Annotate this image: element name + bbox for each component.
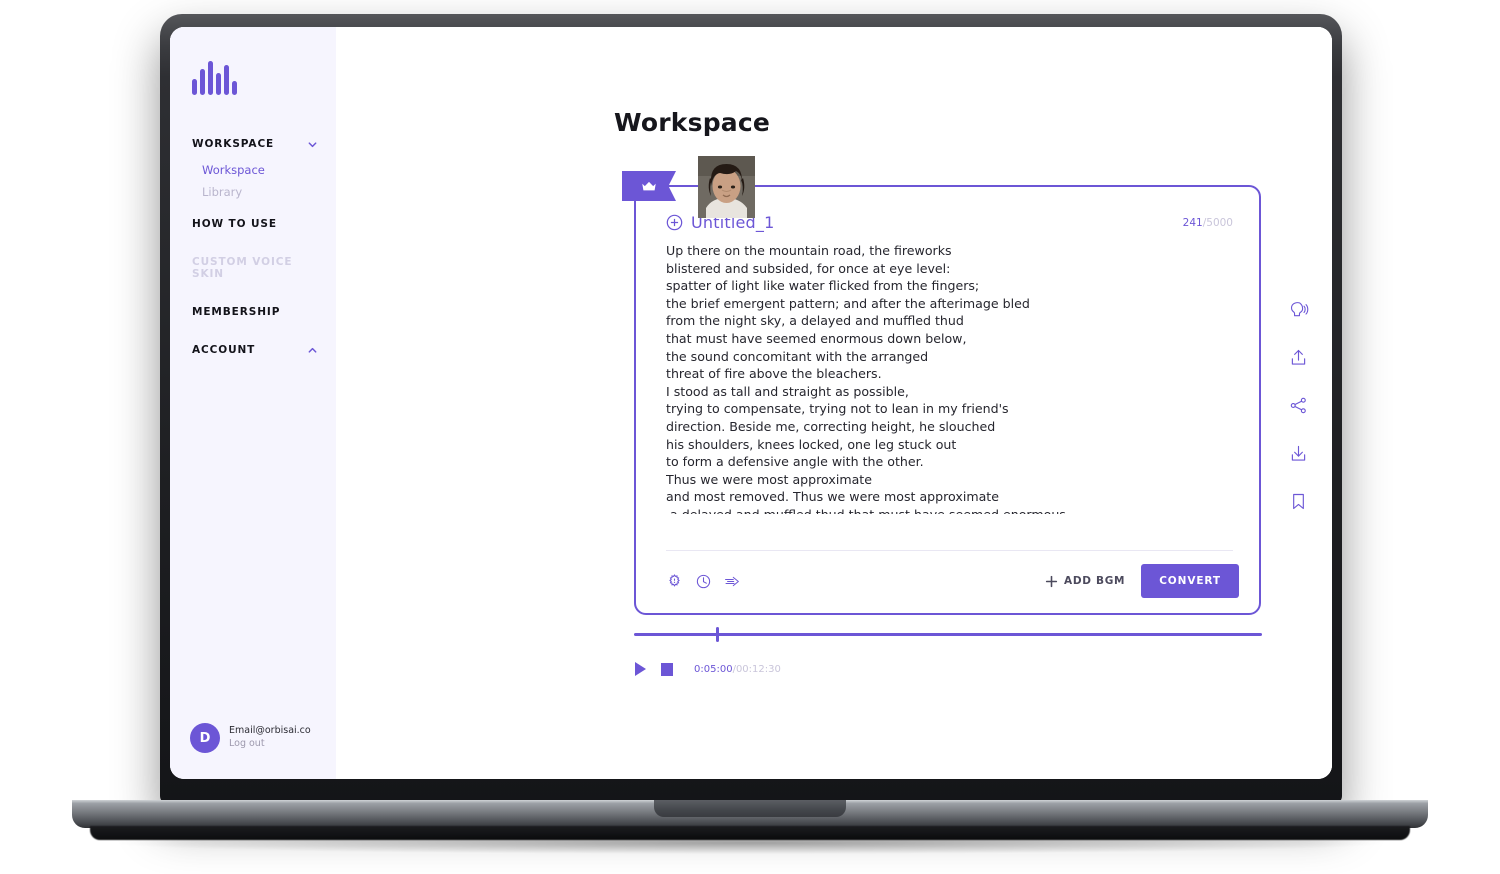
download-icon[interactable] xyxy=(1288,443,1309,464)
laptop-screen: WORKSPACE Workspace Library HOW TO USE C… xyxy=(170,27,1332,779)
avatar-initial: D xyxy=(199,730,211,746)
editor-toolbar-left xyxy=(666,573,741,590)
sidebar-nav: WORKSPACE Workspace Library HOW TO USE C… xyxy=(170,123,336,723)
laptop-hinge-notch xyxy=(654,800,846,817)
editor-text[interactable]: Up there on the mountain road, the firew… xyxy=(666,242,1233,514)
app-logo[interactable] xyxy=(170,27,336,123)
waveform-logo-icon xyxy=(192,61,336,95)
progress-track-line xyxy=(634,633,1262,636)
player-controls: 0:05:00/00:12:30 xyxy=(634,662,1262,676)
chevron-down-icon xyxy=(308,141,317,147)
logout-link[interactable]: Log out xyxy=(229,738,311,751)
sidebar-section-membership-label: MEMBERSHIP xyxy=(192,306,281,318)
character-counter-max: 5000 xyxy=(1206,216,1233,229)
character-counter-current: 241 xyxy=(1182,216,1203,229)
action-rail xyxy=(1288,299,1309,512)
sidebar-item-library-label: Library xyxy=(202,185,243,199)
main-content: Workspace Untitled_1 241/5000 Up there o… xyxy=(336,27,1332,779)
sidebar: WORKSPACE Workspace Library HOW TO USE C… xyxy=(170,27,336,779)
user-meta: Email@orbisai.co Log out xyxy=(229,725,311,751)
app-window: WORKSPACE Workspace Library HOW TO USE C… xyxy=(170,27,1332,779)
progress-track[interactable] xyxy=(634,627,1262,642)
sidebar-section-account[interactable]: ACCOUNT xyxy=(170,335,336,365)
user-email: Email@orbisai.co xyxy=(229,725,311,737)
clock-icon[interactable] xyxy=(695,573,712,590)
avatar: D xyxy=(190,723,220,753)
audio-player: 0:05:00/00:12:30 xyxy=(634,627,1262,676)
user-account-block[interactable]: D Email@orbisai.co Log out xyxy=(170,723,336,779)
chevron-up-icon xyxy=(308,347,317,353)
crown-icon xyxy=(642,181,656,191)
progress-handle[interactable] xyxy=(715,627,719,642)
sidebar-section-membership[interactable]: MEMBERSHIP xyxy=(170,297,336,327)
premium-ribbon-badge xyxy=(622,171,676,201)
voice-speaking-icon[interactable] xyxy=(1288,299,1309,320)
settings-gear-icon[interactable] xyxy=(666,573,683,590)
sidebar-item-workspace[interactable]: Workspace xyxy=(170,159,336,181)
editor-card: Untitled_1 241/5000 Up there on the moun… xyxy=(622,156,1261,615)
sidebar-item-library[interactable]: Library xyxy=(170,181,336,203)
share-icon[interactable] xyxy=(1288,395,1309,416)
add-bgm-button[interactable]: ADD BGM xyxy=(1045,575,1125,588)
sidebar-section-workspace-label: WORKSPACE xyxy=(192,138,275,150)
sidebar-section-how-to-use-label: HOW TO USE xyxy=(192,218,277,230)
editor-text-area[interactable]: Up there on the mountain road, the firew… xyxy=(666,242,1233,514)
page-title: Workspace xyxy=(614,108,771,137)
add-bgm-label: ADD BGM xyxy=(1064,575,1126,587)
player-time: 0:05:00/00:12:30 xyxy=(694,664,781,675)
sidebar-section-workspace[interactable]: WORKSPACE xyxy=(170,129,336,159)
player-total-time: 00:12:30 xyxy=(735,663,781,675)
speed-arrow-icon[interactable] xyxy=(724,573,741,590)
sidebar-section-custom-voice-skin[interactable]: CUSTOM VOICE SKIN xyxy=(170,247,336,289)
editor-toolbar-right: ADD BGM CONVERT xyxy=(1045,564,1239,598)
bookmark-icon[interactable] xyxy=(1288,491,1309,512)
sidebar-section-how-to-use[interactable]: HOW TO USE xyxy=(170,209,336,239)
play-icon[interactable] xyxy=(635,662,646,676)
screenshot-stage: WORKSPACE Workspace Library HOW TO USE C… xyxy=(0,0,1500,874)
laptop-shadow xyxy=(120,832,1380,854)
voice-avatar-portrait-icon xyxy=(698,156,755,218)
editor-toolbar: ADD BGM CONVERT xyxy=(666,563,1239,599)
player-current-time: 0:05:00 xyxy=(694,663,733,675)
sidebar-item-workspace-label: Workspace xyxy=(202,163,265,177)
character-counter: 241/5000 xyxy=(1183,217,1233,229)
sidebar-section-account-label: ACCOUNT xyxy=(192,344,256,356)
plus-icon xyxy=(1045,575,1058,587)
upload-icon[interactable] xyxy=(1288,347,1309,368)
sidebar-section-custom-voice-skin-label: CUSTOM VOICE SKIN xyxy=(192,256,293,280)
voice-avatar-photo[interactable] xyxy=(698,156,755,218)
stop-icon[interactable] xyxy=(661,662,673,676)
convert-button[interactable]: CONVERT xyxy=(1141,564,1239,598)
card-divider xyxy=(666,550,1233,551)
plus-circle-icon[interactable] xyxy=(666,214,683,231)
